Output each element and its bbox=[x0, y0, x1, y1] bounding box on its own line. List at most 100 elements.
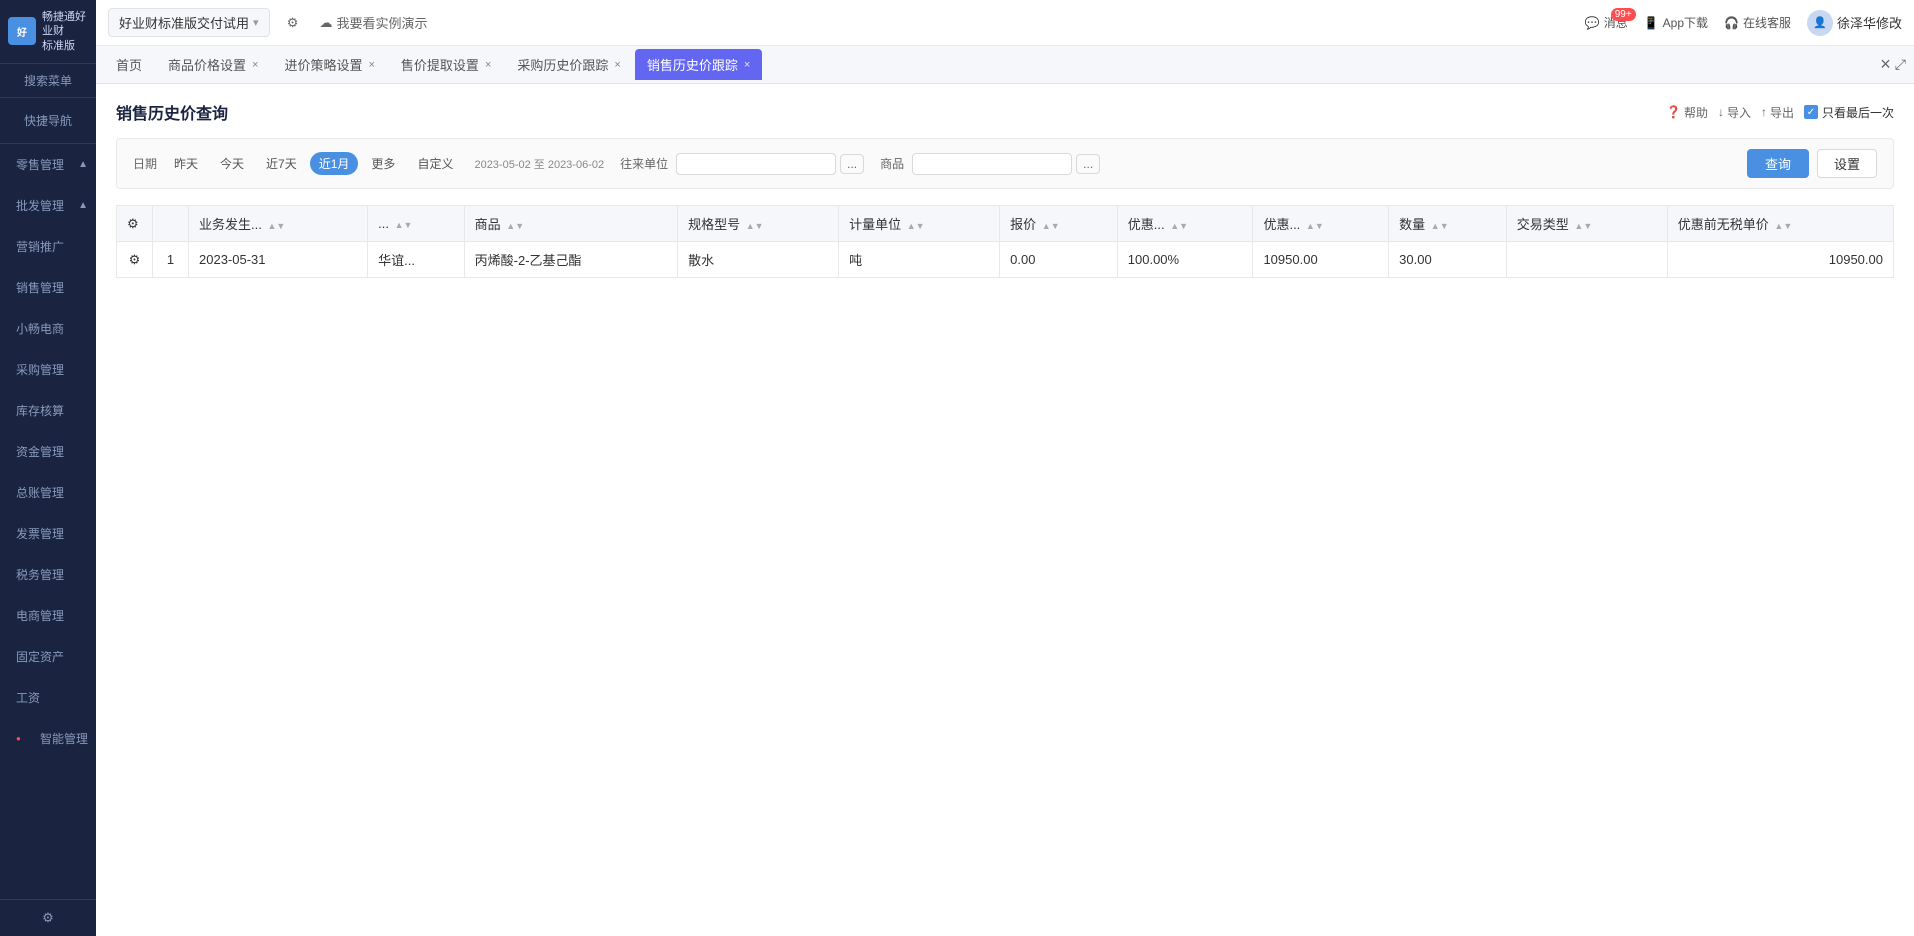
sidebar-item-finance[interactable]: 资金管理 bbox=[0, 431, 96, 472]
help-btn[interactable]: ❓ 帮助 bbox=[1666, 104, 1708, 121]
row-settings[interactable]: ⚙ bbox=[117, 242, 153, 278]
sidebar-search-menu[interactable]: 搜索菜单 bbox=[0, 64, 96, 98]
tab-purchase-strategy[interactable]: 进价策略设置 × bbox=[272, 49, 386, 80]
sidebar: 好 畅捷通好业财 标准版 搜索菜单 快捷导航 零售管理 ▲ 批发管理 ▲ 营销推… bbox=[0, 0, 96, 936]
settings-icon: ⚙ bbox=[127, 216, 139, 231]
col-more[interactable]: ... ▲▼ bbox=[368, 206, 465, 242]
col-price-label: 报价 bbox=[1010, 217, 1036, 232]
tab-close-product-price[interactable]: × bbox=[252, 59, 258, 71]
import-icon: ↓ bbox=[1718, 105, 1724, 119]
source-ellipsis-btn[interactable]: ... bbox=[840, 154, 864, 174]
chevron-down-icon: ▾ bbox=[253, 16, 259, 29]
tab-product-price[interactable]: 商品价格设置 × bbox=[156, 49, 270, 80]
col-spec[interactable]: 规格型号 ▲▼ bbox=[678, 206, 839, 242]
settings-icon[interactable]: ⚙ bbox=[278, 8, 308, 38]
tab-purchase-history[interactable]: 采购历史价跟踪 × bbox=[505, 49, 632, 80]
product-ellipsis-btn[interactable]: ... bbox=[1076, 154, 1100, 174]
col-discount1[interactable]: 优惠... ▲▼ bbox=[1117, 206, 1253, 242]
logo-icon: 好 bbox=[8, 17, 36, 45]
date-last1month-btn[interactable]: 近1月 bbox=[310, 152, 359, 175]
col-spec-label: 规格型号 bbox=[688, 217, 740, 232]
tabbar: 首页 商品价格设置 × 进价策略设置 × 售价提取设置 × 采购历史价跟踪 × … bbox=[96, 46, 1914, 84]
topbar: 好业财标准版交付试用 ▾ ⚙ ☁ 我要看实例演示 💬 消息 99+ 📱 App下… bbox=[96, 0, 1914, 46]
settings-btn[interactable]: 设置 bbox=[1817, 149, 1877, 178]
app-logo: 好 畅捷通好业财 标准版 bbox=[0, 0, 96, 64]
online-service-label: 在线客服 bbox=[1743, 14, 1791, 31]
row-price: 0.00 bbox=[1000, 242, 1118, 278]
only-last-checkbox[interactable]: ✓ 只看最后一次 bbox=[1804, 104, 1894, 121]
sidebar-quick-nav[interactable]: 快捷导航 bbox=[0, 98, 96, 144]
app-download-btn[interactable]: 📱 App下载 bbox=[1644, 14, 1708, 31]
row-discount2: 10950.00 bbox=[1253, 242, 1389, 278]
product-input[interactable] bbox=[912, 153, 1072, 175]
panel-maximize-btn[interactable]: ⤢ bbox=[1895, 56, 1906, 73]
date-yesterday-btn[interactable]: 昨天 bbox=[165, 152, 207, 175]
user-name: 徐泽华修改 bbox=[1837, 13, 1902, 32]
sidebar-settings-btn[interactable]: ⚙ bbox=[0, 899, 96, 936]
col-product[interactable]: 商品 ▲▼ bbox=[464, 206, 677, 242]
export-btn[interactable]: ↑ 导出 bbox=[1761, 104, 1794, 121]
table-row[interactable]: ⚙ 1 2023-05-31 华谊... 丙烯酸-2-乙基己酯 散水 吨 0.0… bbox=[117, 242, 1894, 278]
date-custom-btn[interactable]: 自定义 bbox=[408, 152, 462, 175]
sort-unit-icon: ▲▼ bbox=[907, 221, 925, 231]
tab-sale-price[interactable]: 售价提取设置 × bbox=[389, 49, 503, 80]
sidebar-item-salary[interactable]: 工资 bbox=[0, 677, 96, 718]
sidebar-item-ecommerce-small[interactable]: 小畅电商 bbox=[0, 308, 96, 349]
source-filter-group: 往来单位 ... bbox=[620, 153, 864, 175]
user-menu[interactable]: 👤 徐泽华修改 bbox=[1807, 10, 1902, 36]
checkbox-checked-icon: ✓ bbox=[1804, 105, 1818, 119]
sidebar-item-retail[interactable]: 零售管理 ▲ bbox=[0, 144, 96, 185]
col-price[interactable]: 报价 ▲▼ bbox=[1000, 206, 1118, 242]
tab-close-sales-history[interactable]: × bbox=[744, 59, 750, 71]
tab-close-sale-price[interactable]: × bbox=[485, 59, 491, 71]
tab-purchase-history-label: 采购历史价跟踪 bbox=[517, 55, 608, 74]
col-trade-type[interactable]: 交易类型 ▲▼ bbox=[1506, 206, 1667, 242]
sidebar-item-marketing[interactable]: 营销推广 bbox=[0, 226, 96, 267]
tab-sales-history[interactable]: 销售历史价跟踪 × bbox=[635, 49, 762, 80]
message-btn[interactable]: 💬 消息 99+ bbox=[1585, 14, 1628, 31]
col-unit[interactable]: 计量单位 ▲▼ bbox=[839, 206, 1000, 242]
sidebar-item-purchase[interactable]: 采购管理 bbox=[0, 349, 96, 390]
help-icon: ❓ bbox=[1666, 105, 1681, 119]
version-selector[interactable]: 好业财标准版交付试用 ▾ bbox=[108, 8, 270, 37]
col-discount2[interactable]: 优惠... ▲▼ bbox=[1253, 206, 1389, 242]
sort-more-icon: ▲▼ bbox=[395, 220, 413, 230]
version-label: 好业财标准版交付试用 bbox=[119, 13, 249, 32]
sidebar-item-inventory[interactable]: 库存核算 bbox=[0, 390, 96, 431]
sort-spec-icon: ▲▼ bbox=[746, 221, 764, 231]
source-filter-label: 往来单位 bbox=[620, 155, 668, 172]
import-btn[interactable]: ↓ 导入 bbox=[1718, 104, 1751, 121]
col-pretax-price[interactable]: 优惠前无税单价 ▲▼ bbox=[1667, 206, 1893, 242]
row-index: 1 bbox=[153, 242, 189, 278]
row-trade-type bbox=[1506, 242, 1667, 278]
sidebar-item-sales[interactable]: 销售管理 bbox=[0, 267, 96, 308]
sidebar-item-ledger[interactable]: 总账管理 bbox=[0, 472, 96, 513]
panel-close-btn[interactable]: × bbox=[1880, 54, 1891, 75]
sort-qty-icon: ▲▼ bbox=[1431, 221, 1449, 231]
sidebar-item-tax[interactable]: 税务管理 bbox=[0, 554, 96, 595]
export-label: 导出 bbox=[1770, 104, 1794, 121]
col-qty[interactable]: 数量 ▲▼ bbox=[1389, 206, 1507, 242]
tab-close-purchase-strategy[interactable]: × bbox=[368, 59, 374, 71]
sidebar-item-wholesale[interactable]: 批发管理 ▲ bbox=[0, 185, 96, 226]
query-btn[interactable]: 查询 bbox=[1747, 149, 1809, 178]
col-unit-label: 计量单位 bbox=[849, 217, 901, 232]
headset-icon: 🎧 bbox=[1724, 16, 1739, 30]
demo-link[interactable]: ☁ 我要看实例演示 bbox=[320, 13, 428, 32]
online-service-btn[interactable]: 🎧 在线客服 bbox=[1724, 14, 1791, 31]
col-date[interactable]: 业务发生... ▲▼ bbox=[189, 206, 368, 242]
sidebar-item-invoice[interactable]: 发票管理 bbox=[0, 513, 96, 554]
date-more-btn[interactable]: 更多 bbox=[362, 152, 404, 175]
sort-date-icon: ▲▼ bbox=[267, 221, 285, 231]
row-spec: 散水 bbox=[678, 242, 839, 278]
sidebar-item-ecommerce[interactable]: 电商管理 bbox=[0, 595, 96, 636]
sidebar-item-smart[interactable]: 智能管理 bbox=[0, 718, 96, 759]
tab-home[interactable]: 首页 bbox=[104, 49, 154, 80]
date-last7-btn[interactable]: 近7天 bbox=[257, 152, 306, 175]
tab-close-purchase-history[interactable]: × bbox=[614, 59, 620, 71]
demo-cloud-icon: ☁ bbox=[320, 15, 333, 31]
date-today-btn[interactable]: 今天 bbox=[211, 152, 253, 175]
col-settings[interactable]: ⚙ bbox=[117, 206, 153, 242]
sidebar-item-assets[interactable]: 固定资产 bbox=[0, 636, 96, 677]
source-input[interactable] bbox=[676, 153, 836, 175]
